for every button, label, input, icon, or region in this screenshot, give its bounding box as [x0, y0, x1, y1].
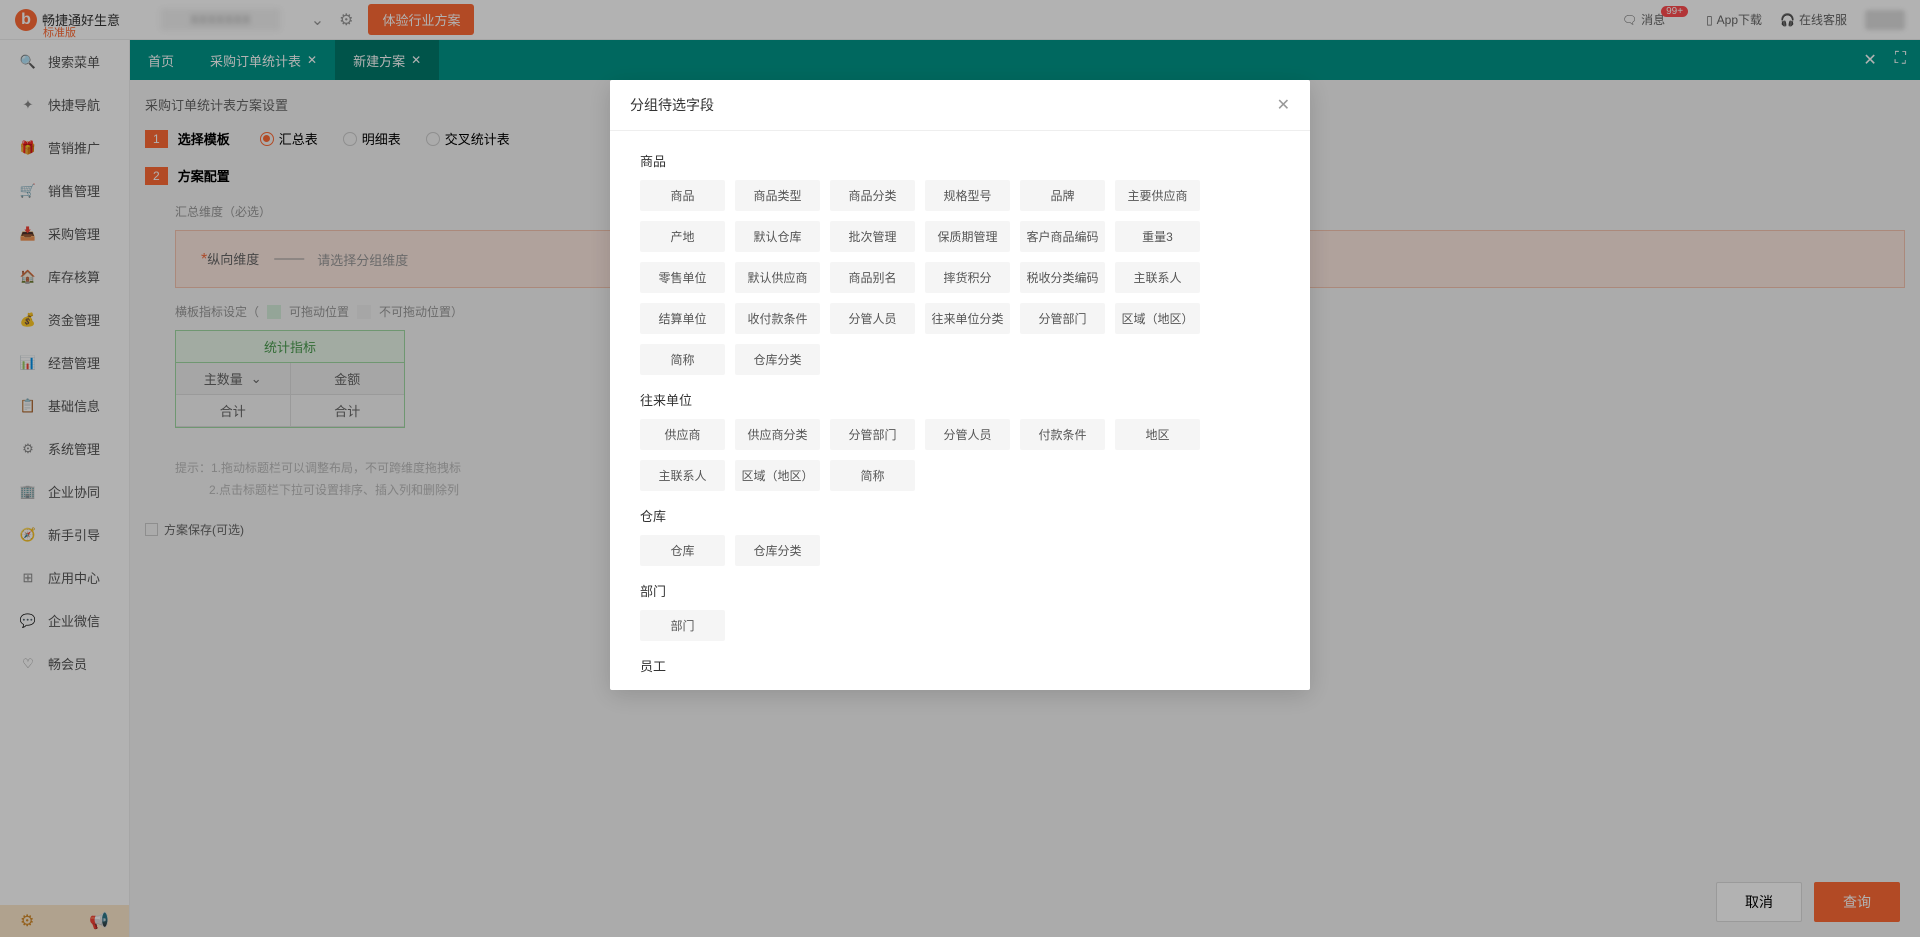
field-chip[interactable]: 主要供应商 [1115, 180, 1200, 211]
field-group-items: 供应商供应商分类分管部门分管人员付款条件地区主联系人区域（地区） 简称 [640, 419, 1290, 491]
field-chip[interactable]: 区域（地区） [735, 460, 820, 491]
field-chip[interactable]: 仓库分类 [735, 344, 820, 375]
close-icon[interactable]: ✕ [1277, 95, 1290, 115]
field-chip[interactable]: 主联系人 [640, 460, 725, 491]
field-chip[interactable]: 供应商 [640, 419, 725, 450]
field-chip[interactable]: 收付款条件 [735, 303, 820, 334]
field-chip[interactable]: 部门 [640, 610, 725, 641]
field-chip[interactable]: 简称 [830, 460, 915, 491]
field-chip[interactable]: 商品分类 [830, 180, 915, 211]
field-group-title: 仓库 [640, 506, 1290, 525]
modal-header: 分组待选字段 ✕ [610, 80, 1310, 131]
field-chip[interactable]: 零售单位 [640, 262, 725, 293]
field-group-items: 部门 [640, 610, 1290, 641]
field-chip[interactable]: 默认供应商 [735, 262, 820, 293]
modal-title: 分组待选字段 [630, 95, 714, 115]
field-group-items: 商品商品类型商品分类规格型号品牌主要供应商产地默认仓库批次管理保质期管理客户商品… [640, 180, 1290, 375]
field-chip[interactable]: 客户商品编码 [1020, 221, 1105, 252]
field-chip[interactable]: 简称 [640, 344, 725, 375]
field-chip[interactable]: 仓库分类 [735, 535, 820, 566]
field-chip[interactable]: 地区 [1115, 419, 1200, 450]
field-chip[interactable]: 品牌 [1020, 180, 1105, 211]
field-chip[interactable]: 往来单位分类 [925, 303, 1010, 334]
field-chip[interactable]: 供应商分类 [735, 419, 820, 450]
field-chip[interactable]: 产地 [640, 221, 725, 252]
field-chip[interactable]: 主联系人 [1115, 262, 1200, 293]
modal-body: 商品商品商品类型商品分类规格型号品牌主要供应商产地默认仓库批次管理保质期管理客户… [610, 131, 1310, 676]
field-chip[interactable]: 结算单位 [640, 303, 725, 334]
field-chip[interactable]: 分管部门 [830, 419, 915, 450]
field-selector-modal: 分组待选字段 ✕ 商品商品商品类型商品分类规格型号品牌主要供应商产地默认仓库批次… [610, 80, 1310, 690]
field-group-title: 商品 [640, 151, 1290, 170]
modal-hscroll[interactable] [620, 676, 1300, 685]
field-chip[interactable]: 分管部门 [1020, 303, 1105, 334]
field-group-title: 部门 [640, 581, 1290, 600]
field-group-items: 仓库仓库分类 [640, 535, 1290, 566]
field-chip[interactable]: 商品类型 [735, 180, 820, 211]
field-chip[interactable]: 商品别名 [830, 262, 915, 293]
field-chip[interactable]: 重量3 [1115, 221, 1200, 252]
field-chip[interactable]: 仓库 [640, 535, 725, 566]
field-chip[interactable]: 保质期管理 [925, 221, 1010, 252]
field-group-title: 往来单位 [640, 390, 1290, 409]
field-chip[interactable]: 规格型号 [925, 180, 1010, 211]
field-chip[interactable]: 付款条件 [1020, 419, 1105, 450]
field-chip[interactable]: 默认仓库 [735, 221, 820, 252]
field-chip[interactable]: 摔货积分 [925, 262, 1010, 293]
field-group-title: 员工 [640, 656, 1290, 675]
field-chip[interactable]: 批次管理 [830, 221, 915, 252]
field-chip[interactable]: 商品 [640, 180, 725, 211]
field-chip[interactable]: 税收分类编码 [1020, 262, 1105, 293]
field-chip[interactable]: 分管人员 [830, 303, 915, 334]
field-chip[interactable]: 区域（地区） [1115, 303, 1200, 334]
field-chip[interactable]: 分管人员 [925, 419, 1010, 450]
